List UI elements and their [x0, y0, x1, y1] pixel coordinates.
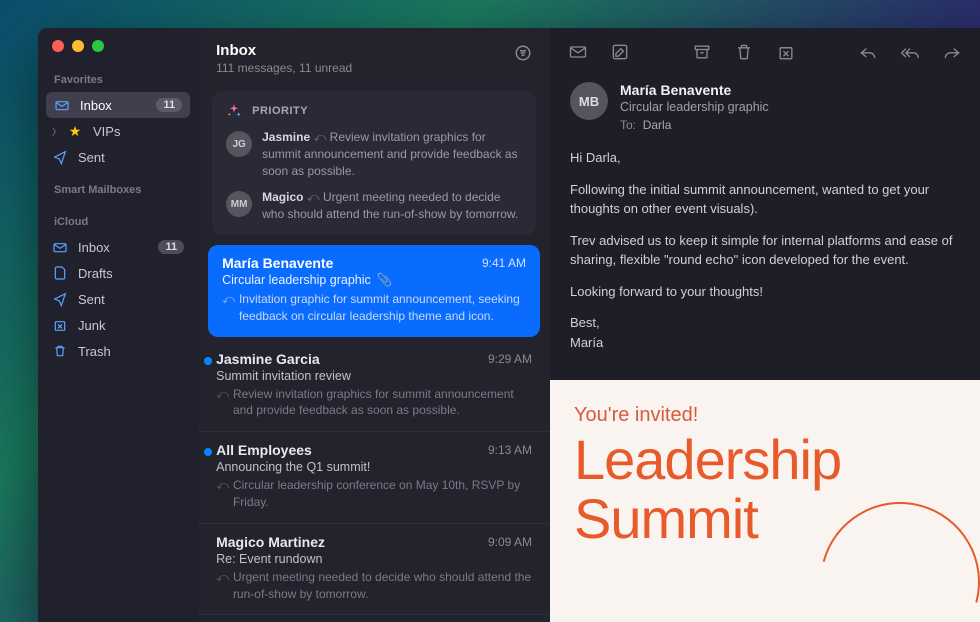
attachment-icon: 📎 — [377, 273, 393, 287]
sent-icon — [52, 149, 68, 165]
message-sender: Magico Martinez — [216, 534, 325, 550]
avatar: JG — [226, 131, 252, 157]
recipient-line: To: Darla — [620, 118, 960, 132]
maximize-window-button[interactable] — [92, 40, 104, 52]
priority-section: PRIORITY JGJasmine ⤺ Review invitation g… — [212, 91, 536, 235]
sidebar-item-junk[interactable]: Junk — [38, 312, 198, 338]
message-time: 9:29 AM — [488, 352, 532, 366]
body-paragraph: Following the initial summit announcemen… — [570, 180, 960, 219]
message-list-pane: Inbox 111 messages, 11 unread PRIORITY J… — [198, 28, 550, 622]
drafts-icon — [52, 265, 68, 281]
message-preview: ⤺Review invitation graphics for summit a… — [216, 386, 532, 420]
reply-button[interactable] — [858, 42, 878, 62]
sidebar-item-label: Junk — [78, 318, 105, 333]
minimize-window-button[interactable] — [72, 40, 84, 52]
mail-window: Favorites Inbox11〉★VIPsSent Smart Mailbo… — [38, 28, 980, 622]
reader-pane: MB María Benavente Circular leadership g… — [550, 28, 980, 622]
message-preview: ⤺Circular leadership conference on May 1… — [216, 477, 532, 511]
message-subject: Circular leadership graphic📎 — [222, 273, 526, 288]
unread-dot-icon — [204, 448, 212, 456]
sidebar-item-sent[interactable]: Sent — [38, 144, 198, 170]
invite-subtitle: You're invited! — [574, 404, 956, 427]
email-attachment-graphic: You're invited! Leadership Summit — [550, 380, 980, 622]
sidebar-item-vips[interactable]: 〉★VIPs — [38, 118, 198, 144]
sidebar-item-label: Trash — [78, 344, 111, 359]
forward-button[interactable] — [942, 42, 962, 62]
reader-toolbar — [550, 28, 980, 76]
priority-label: PRIORITY — [252, 105, 308, 117]
message-subject: Re: Event rundown — [216, 552, 532, 566]
close-window-button[interactable] — [52, 40, 64, 52]
avatar: MM — [226, 191, 252, 217]
sidebar-item-drafts[interactable]: Drafts — [38, 260, 198, 286]
inbox-icon — [54, 97, 70, 113]
message-subject: Circular leadership graphic — [620, 100, 960, 114]
unread-badge: 11 — [156, 98, 182, 112]
star-icon: ★ — [67, 123, 83, 139]
sidebar-item-label: Sent — [78, 150, 105, 165]
message-item[interactable]: All Employees 9:13 AM Announcing the Q1 su… — [198, 432, 550, 524]
priority-item[interactable]: JGJasmine ⤺ Review invitation graphics f… — [226, 129, 522, 179]
sidebar-item-label: Inbox — [80, 98, 112, 113]
unread-badge: 11 — [158, 240, 184, 254]
favorites-section-label: Favorites — [38, 70, 198, 92]
junk-button[interactable] — [776, 42, 796, 62]
message-preview: ⤺Invitation graphic for summit announcem… — [222, 291, 526, 325]
sidebar-item-label: Inbox — [78, 240, 110, 255]
archive-button[interactable] — [692, 42, 712, 62]
message-sender: Jasmine Garcia — [216, 351, 320, 367]
message-sender: All Employees — [216, 442, 312, 458]
trash-icon — [52, 343, 68, 359]
message-time: 9:09 AM — [488, 535, 532, 549]
envelope-icon[interactable] — [568, 42, 588, 62]
sender-name: María Benavente — [620, 82, 960, 98]
smart-mailboxes-section-label: Smart Mailboxes — [38, 180, 198, 202]
sidebar: Favorites Inbox11〉★VIPsSent Smart Mailbo… — [38, 28, 198, 622]
priority-item[interactable]: MMMagico ⤺ Urgent meeting needed to deci… — [226, 189, 522, 223]
message-header: MB María Benavente Circular leadership g… — [550, 76, 980, 148]
message-body: Hi Darla, Following the initial summit an… — [550, 148, 980, 380]
sidebar-item-inbox[interactable]: Inbox 11 — [46, 92, 190, 118]
window-controls — [38, 40, 198, 70]
filter-button[interactable] — [514, 44, 532, 67]
priority-icon — [226, 103, 242, 119]
junk-icon — [52, 317, 68, 333]
sidebar-item-sent[interactable]: Sent — [38, 286, 198, 312]
mailbox-status: 111 messages, 11 unread — [216, 61, 352, 75]
reply-all-button[interactable] — [900, 42, 920, 62]
body-paragraph: Looking forward to your thoughts! — [570, 282, 960, 302]
message-time: 9:13 AM — [488, 443, 532, 457]
message-item[interactable]: Magico Martinez 9:09 AM Re: Event rundown ⤺… — [198, 524, 550, 616]
message-time: 9:41 AM — [482, 256, 526, 270]
sidebar-item-inbox[interactable]: Inbox 11 — [38, 234, 198, 260]
unread-dot-icon — [204, 357, 212, 365]
icloud-section-label: iCloud — [38, 212, 198, 234]
body-paragraph: Hi Darla, — [570, 148, 960, 168]
message-list[interactable]: María Benavente 9:41 AM Circular leadershi… — [198, 245, 550, 622]
delete-button[interactable] — [734, 42, 754, 62]
compose-button[interactable] — [610, 42, 630, 62]
sidebar-item-label: VIPs — [93, 124, 120, 139]
sidebar-item-label: Drafts — [78, 266, 113, 281]
message-item[interactable]: Jasmine Garcia 9:29 AM Summit invitation r… — [198, 341, 550, 433]
inbox-icon — [52, 239, 68, 255]
message-sender: María Benavente — [222, 255, 333, 271]
sender-avatar: MB — [570, 82, 608, 120]
sent-icon — [52, 291, 68, 307]
message-preview: ⤺Urgent meeting needed to decide who sho… — [216, 569, 532, 603]
sidebar-item-trash[interactable]: Trash — [38, 338, 198, 364]
message-item[interactable]: María Benavente 9:41 AM Circular leadershi… — [208, 245, 540, 337]
mailbox-title: Inbox — [216, 42, 352, 59]
body-paragraph: Best,María — [570, 313, 960, 352]
message-subject: Summit invitation review — [216, 369, 532, 383]
message-subject: Announcing the Q1 summit! — [216, 460, 532, 474]
message-item[interactable]: Fleur Lasseur8:57 AMStrategy deck v5⤺Mee… — [198, 615, 550, 622]
body-paragraph: Trev advised us to keep it simple for in… — [570, 231, 960, 270]
sidebar-item-label: Sent — [78, 292, 105, 307]
